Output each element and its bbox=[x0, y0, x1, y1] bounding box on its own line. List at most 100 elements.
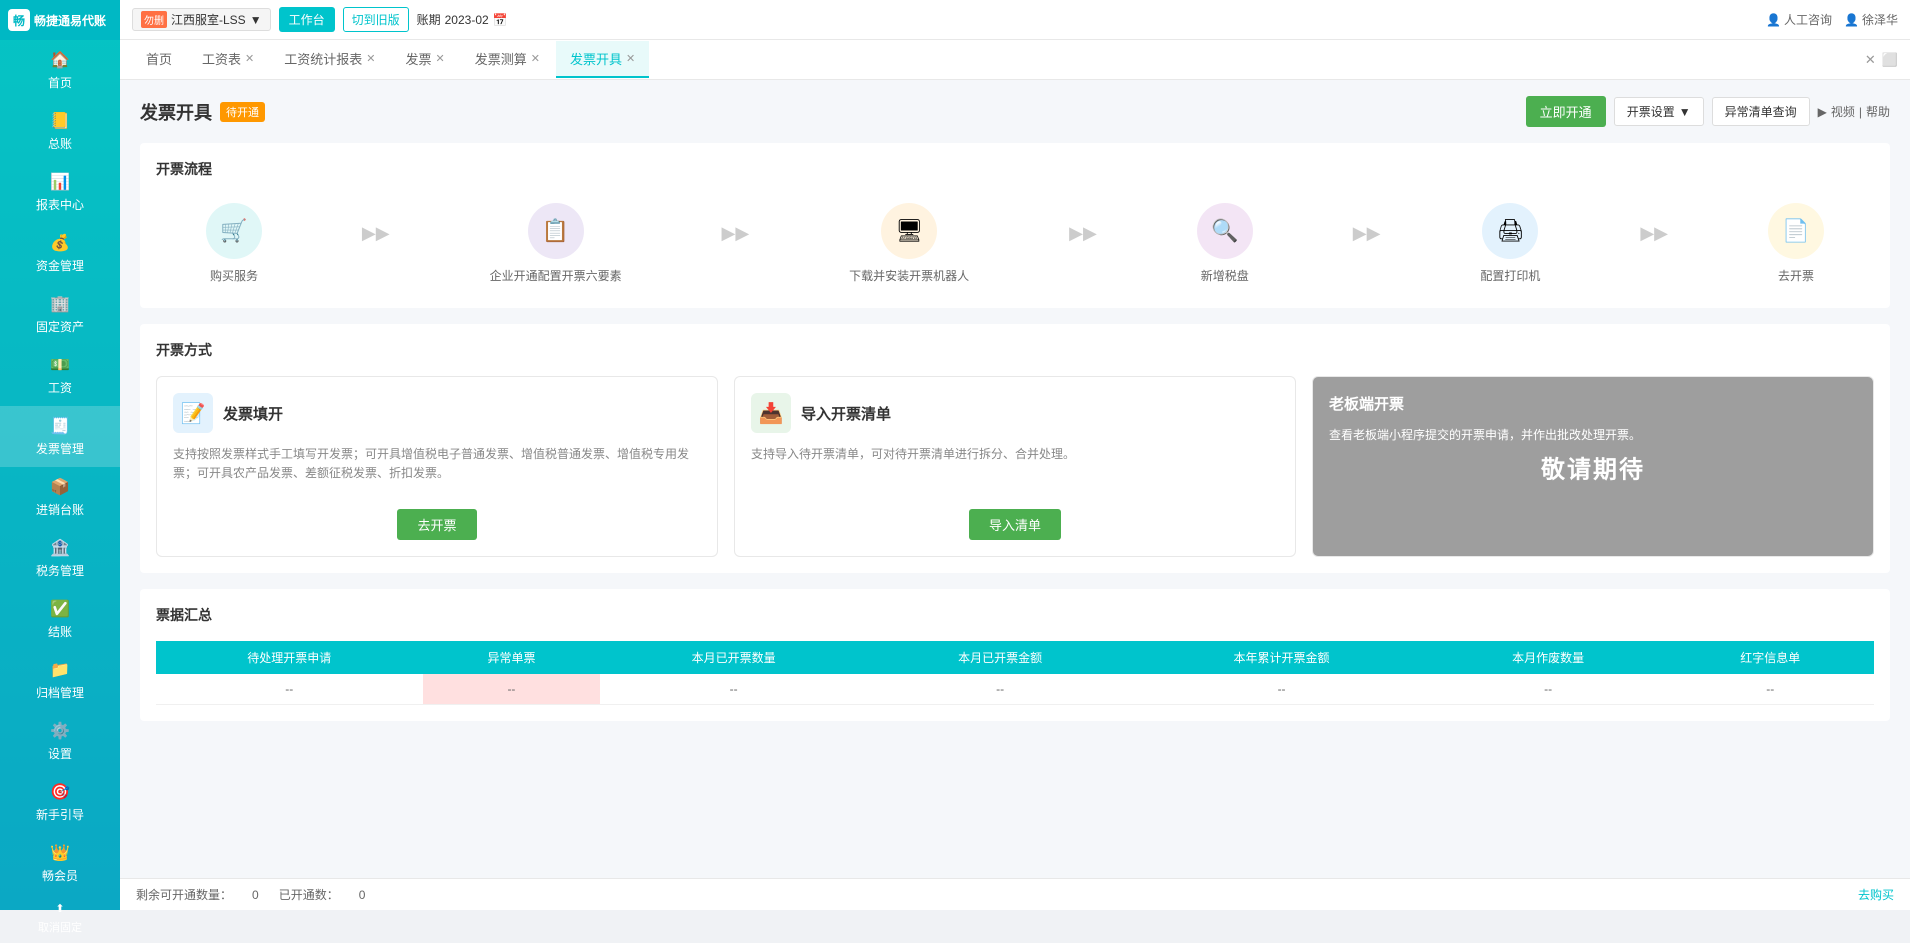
sidebar-item-funds[interactable]: 💰 资金管理 bbox=[0, 223, 120, 284]
sidebar-item-purchase[interactable]: 📦 进销台账 bbox=[0, 467, 120, 528]
settlement-icon: ✅ bbox=[50, 599, 70, 619]
workspace-button[interactable]: 工作台 bbox=[279, 7, 335, 32]
view-label: 视频 bbox=[1831, 103, 1855, 120]
member-icon: 👑 bbox=[50, 843, 70, 863]
tab-salary-report[interactable]: 工资统计报表 ✕ bbox=[270, 41, 389, 78]
company-name: 江西服室-LSS bbox=[171, 11, 246, 28]
old-version-button[interactable]: 切到旧版 bbox=[343, 7, 409, 32]
funds-icon: 💰 bbox=[50, 233, 70, 253]
settings-icon: ⚙️ bbox=[50, 721, 70, 741]
step-download-robot[interactable]: 🖥 下载并安装开票机器人 bbox=[849, 203, 969, 284]
open-settings-label: 开票设置 bbox=[1627, 103, 1675, 120]
step-config-label: 企业开通配置开票六要素 bbox=[490, 267, 622, 284]
sidebar-item-guide[interactable]: 🎯 新手引导 bbox=[0, 772, 120, 833]
sidebar-item-archive[interactable]: 📁 归档管理 bbox=[0, 650, 120, 711]
avatar-icon: 👤 bbox=[1844, 13, 1859, 27]
sidebar-item-label: 固定资产 bbox=[36, 318, 84, 335]
method-manual-title: 发票填开 bbox=[223, 403, 283, 424]
sidebar-item-assets[interactable]: 🏢 固定资产 bbox=[0, 284, 120, 345]
remaining-label: 剩余可开通数量： bbox=[136, 886, 232, 903]
bottom-bar: 剩余可开通数量： 0 已开通数： 0 去购买 bbox=[120, 878, 1910, 910]
arrow-1: ▶▶ bbox=[362, 223, 390, 244]
sidebar-item-label: 发票管理 bbox=[36, 440, 84, 457]
tab-invoice-label: 发票 bbox=[405, 49, 431, 68]
sep: | bbox=[1859, 105, 1862, 119]
tab-action-close-icon[interactable]: ✕ bbox=[1865, 52, 1876, 68]
buy-link[interactable]: 去购买 bbox=[1858, 886, 1894, 903]
tab-home[interactable]: 首页 bbox=[132, 41, 186, 78]
sidebar-item-settings[interactable]: ⚙️ 设置 bbox=[0, 711, 120, 772]
user-profile[interactable]: 👤 徐泽华 bbox=[1844, 11, 1898, 28]
step-open-invoice[interactable]: 📄 去开票 bbox=[1768, 203, 1824, 284]
col-year-amount: 本年累计开票金额 bbox=[1133, 641, 1429, 674]
step-add-taxbox[interactable]: 🔍 新增税盘 bbox=[1197, 203, 1253, 284]
method-manual-btn-row: 去开票 bbox=[173, 509, 701, 540]
sidebar-item-member[interactable]: 👑 畅会员 bbox=[0, 833, 120, 894]
company-selector[interactable]: 勿删 江西服室-LSS ▼ bbox=[132, 8, 271, 31]
sidebar-item-home[interactable]: 🏠 首页 bbox=[0, 40, 120, 101]
tab-invoice-calc-label: 发票测算 bbox=[475, 49, 527, 68]
step-robot-label: 下载并安装开票机器人 bbox=[849, 267, 969, 284]
abnormal-query-button[interactable]: 异常清单查询 bbox=[1712, 97, 1810, 126]
sidebar-item-reports[interactable]: 📊 报表中心 bbox=[0, 162, 120, 223]
service-link[interactable]: 👤 人工咨询 bbox=[1766, 11, 1832, 28]
methods-title: 开票方式 bbox=[156, 340, 1874, 360]
sidebar-item-invoice-mgmt[interactable]: 🧾 发票管理 bbox=[0, 406, 120, 467]
cell-abnormal: -- bbox=[423, 674, 601, 705]
page-header: 发票开具 待开通 立即开通 开票设置 ▼ 异常清单查询 ▶ 视频 | 帮助 bbox=[140, 96, 1890, 127]
arrow-2: ▶▶ bbox=[722, 223, 750, 244]
ledger-icon: 📒 bbox=[50, 111, 70, 131]
tab-actions: ✕ ⬜ bbox=[1865, 52, 1898, 68]
tab-invoice-calc[interactable]: 发票测算 ✕ bbox=[461, 41, 554, 78]
import-invoice-button[interactable]: 导入清单 bbox=[969, 509, 1061, 540]
tab-action-restore-icon[interactable]: ⬜ bbox=[1882, 52, 1898, 68]
app-logo: 畅 畅捷通易代账 bbox=[0, 0, 120, 40]
salary-icon: 💵 bbox=[50, 355, 70, 375]
method-manual-icon: 📝 bbox=[173, 393, 213, 433]
period-display: 账期 2023-02 📅 bbox=[417, 11, 508, 28]
tab-invoice[interactable]: 发票 ✕ bbox=[391, 41, 458, 78]
sidebar-item-label: 资金管理 bbox=[36, 257, 84, 274]
sidebar: 畅 畅捷通易代账 🏠 首页 📒 总账 📊 报表中心 💰 资金管理 🏢 固定资产 … bbox=[0, 0, 120, 910]
sidebar-item-salary[interactable]: 💵 工资 bbox=[0, 345, 120, 406]
sidebar-item-settlement[interactable]: ✅ 结账 bbox=[0, 589, 120, 650]
arrow-3: ▶▶ bbox=[1069, 223, 1097, 244]
summary-table: 待处理开票申请 异常单票 本月已开票数量 本月已开票金额 本年累计开票金额 本月… bbox=[156, 641, 1874, 705]
summary-row: -- -- -- -- -- -- -- bbox=[156, 674, 1874, 705]
tab-invoice-close[interactable]: ✕ bbox=[436, 52, 445, 65]
col-month-amount: 本月已开票金额 bbox=[867, 641, 1134, 674]
company-tag: 勿删 bbox=[141, 11, 167, 28]
app-name: 畅捷通易代账 bbox=[34, 12, 106, 29]
immediate-open-button[interactable]: 立即开通 bbox=[1526, 96, 1606, 127]
tab-invoice-calc-close[interactable]: ✕ bbox=[531, 52, 540, 65]
sidebar-item-ledger[interactable]: 📒 总账 bbox=[0, 101, 120, 162]
period-label: 账期 bbox=[417, 11, 441, 28]
tab-invoice-open-close[interactable]: ✕ bbox=[626, 52, 635, 65]
step-enterprise-config[interactable]: 📋 企业开通配置开票六要素 bbox=[490, 203, 622, 284]
tab-salary-close[interactable]: ✕ bbox=[245, 52, 254, 65]
purchase-icon: 📦 bbox=[50, 477, 70, 497]
sidebar-item-tax[interactable]: 🏦 税务管理 bbox=[0, 528, 120, 589]
step-config-printer[interactable]: 🖨 配置打印机 bbox=[1480, 203, 1540, 284]
tab-salary-report-close[interactable]: ✕ bbox=[366, 52, 375, 65]
open-settings-chevron: ▼ bbox=[1679, 105, 1691, 119]
main-content: 勿删 江西服室-LSS ▼ 工作台 切到旧版 账期 2023-02 📅 👤 人工… bbox=[120, 0, 1910, 910]
assets-icon: 🏢 bbox=[50, 294, 70, 314]
reports-icon: 📊 bbox=[50, 172, 70, 192]
method-card-boss: 老板端开票 查看老板端小程序提交的开票申请，并作出批改处理开票。 敬请期待 bbox=[1312, 376, 1874, 557]
cell-pending: -- bbox=[156, 674, 423, 705]
step-buy-service[interactable]: 🛒 购买服务 bbox=[206, 203, 262, 284]
opened-label: 已开通数： bbox=[279, 886, 339, 903]
open-settings-button[interactable]: 开票设置 ▼ bbox=[1614, 97, 1704, 126]
sidebar-item-label: 税务管理 bbox=[36, 562, 84, 579]
guide-icon: 🎯 bbox=[50, 782, 70, 802]
tab-salary[interactable]: 工资表 ✕ bbox=[188, 41, 268, 78]
tab-invoice-open[interactable]: 发票开具 ✕ bbox=[556, 41, 649, 78]
method-card-import: 📥 导入开票清单 支持导入待开票清单，可对待开票清单进行拆分、合并处理。 导入清… bbox=[734, 376, 1296, 557]
step-buy-label: 购买服务 bbox=[210, 267, 258, 284]
cell-red-info: -- bbox=[1667, 674, 1874, 705]
overlay-coming-soon: 敬请期待 bbox=[1541, 449, 1645, 484]
manual-invoice-button[interactable]: 去开票 bbox=[397, 509, 476, 540]
view-button[interactable]: ▶ 视频 | 帮助 bbox=[1818, 103, 1890, 120]
sidebar-item-label: 新手引导 bbox=[36, 806, 84, 823]
